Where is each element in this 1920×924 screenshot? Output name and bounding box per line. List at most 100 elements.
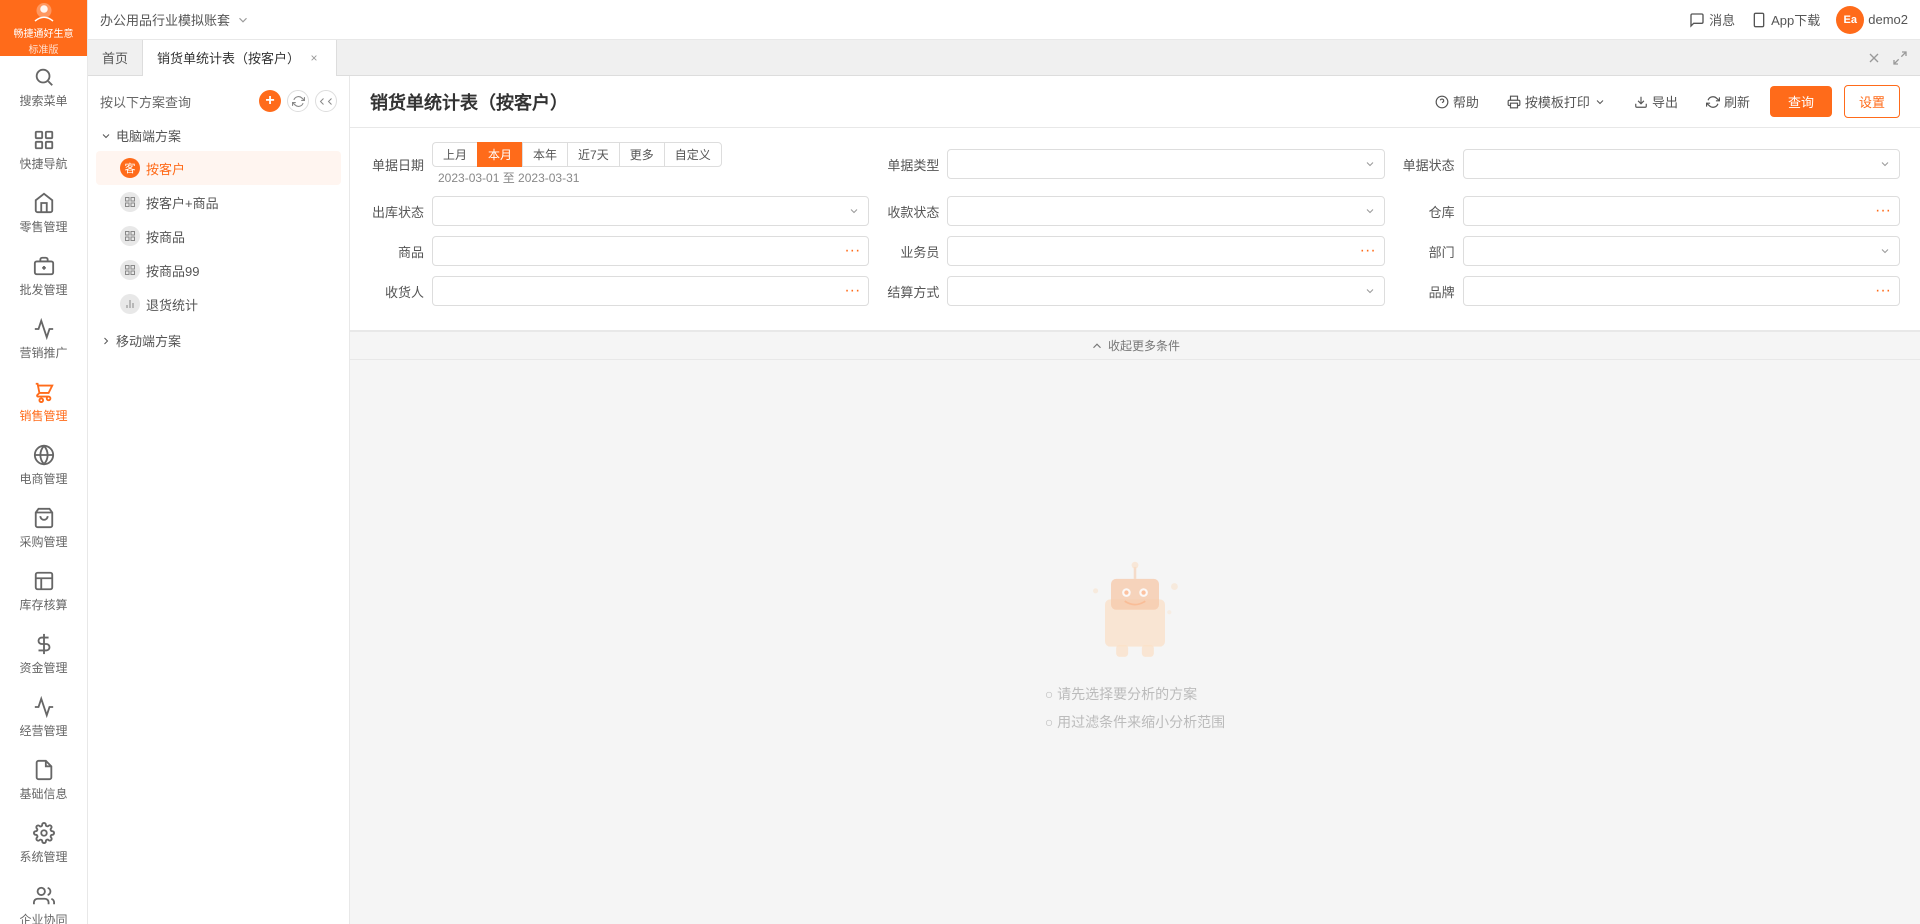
sidebar-item-label: 基础信息 [19, 785, 67, 802]
tree-item-label: 按商品99 [146, 261, 199, 280]
date-tab-custom[interactable]: 自定义 [664, 142, 722, 167]
export-btn[interactable]: 导出 [1626, 88, 1686, 115]
add-scheme-btn[interactable]: + [259, 90, 281, 112]
query-btn[interactable]: 查询 [1770, 86, 1832, 117]
filter-row-4: 收货人 ··· 结算方式 品牌 [370, 276, 1900, 306]
collapse-row[interactable]: 收起更多条件 [350, 331, 1920, 360]
filter-brand-select[interactable]: ··· [1463, 276, 1900, 306]
filter-goods-select[interactable]: ··· [432, 236, 869, 266]
app-download-label: App下载 [1771, 10, 1820, 29]
tree-item-label: 按商品 [146, 227, 185, 246]
filter-doc-type-select[interactable] [947, 149, 1384, 179]
filter-dots-warehouse[interactable]: ··· [1875, 202, 1891, 220]
filter-payment-select[interactable] [947, 276, 1384, 306]
filter-receiver-label: 收货人 [370, 282, 424, 301]
refresh-btn[interactable]: 刷新 [1698, 88, 1758, 115]
left-panel: 按以下方案查询 + 电脑端方案 客 按客户 [88, 76, 350, 924]
filter-collect-status-select[interactable] [947, 196, 1384, 226]
tab-home[interactable]: 首页 [88, 40, 143, 76]
tab-close-window-icon[interactable] [1866, 50, 1882, 66]
sidebar-item-retail[interactable]: 零售管理 [0, 182, 88, 245]
tree-group-mobile-label: 移动端方案 [116, 331, 181, 350]
filter-goods-label: 商品 [370, 242, 424, 261]
date-tab-more[interactable]: 更多 [619, 142, 664, 167]
template-print-btn[interactable]: 按模板打印 [1499, 88, 1614, 115]
filter-row-2: 出库状态 收款状态 仓库 [370, 196, 1900, 226]
tree-item-by-customer[interactable]: 客 按客户 [96, 151, 341, 185]
filter-dots-goods[interactable]: ··· [844, 242, 860, 260]
sidebar-item-label: 快捷导航 [19, 155, 67, 172]
tree-item-by-goods-99[interactable]: 按商品99 [96, 253, 341, 287]
filter-out-status-label: 出库状态 [370, 202, 424, 221]
filter-warehouse-field: 仓库 ··· [1401, 196, 1900, 226]
tree-item-label: 退货统计 [146, 295, 198, 314]
filter-dots-brand[interactable]: ··· [1875, 282, 1891, 300]
collapse-left-btn[interactable] [315, 90, 337, 112]
message-btn[interactable]: 消息 [1689, 10, 1735, 29]
filter-doc-type-field: 单据类型 [885, 142, 1384, 186]
sidebar-item-system[interactable]: 系统管理 [0, 812, 88, 875]
sidebar-item-finance[interactable]: 资金管理 [0, 623, 88, 686]
topbar-right: 消息 App下载 Ea demo2 [1689, 6, 1908, 34]
sidebar-item-label: 搜索菜单 [19, 92, 67, 109]
sidebar-item-label: 采购管理 [19, 533, 67, 550]
date-tab-this-year[interactable]: 本年 [522, 142, 567, 167]
app-logo: 畅捷通好生意 标准版 [0, 0, 88, 56]
refresh-scheme-btn[interactable] [287, 90, 309, 112]
filter-date-label: 单据日期 [370, 155, 424, 174]
tree-group-pc[interactable]: 电脑端方案 [96, 120, 341, 151]
filter-brand-label: 品牌 [1401, 282, 1455, 301]
tab-sales-stat[interactable]: 销货单统计表（按客户） × [143, 40, 337, 76]
filter-out-status-select[interactable] [432, 196, 869, 226]
tree-group-mobile[interactable]: 移动端方案 [96, 325, 341, 356]
user-menu[interactable]: Ea demo2 [1836, 6, 1908, 34]
settings-btn[interactable]: 设置 [1844, 85, 1900, 118]
filter-collect-status-field: 收款状态 [885, 196, 1384, 226]
help-btn[interactable]: 帮助 [1427, 88, 1487, 115]
user-name: demo2 [1868, 12, 1908, 27]
page-header: 销货单统计表（按客户） 帮助 按模板打印 导出 [350, 76, 1920, 128]
filter-row-1: 单据日期 上月 本月 本年 近7天 更多 自定义 2023-03-01 至 20… [370, 142, 1900, 186]
app-name: 畅捷通好生意 [14, 29, 74, 41]
filter-salesperson-select[interactable]: ··· [947, 236, 1384, 266]
sidebar-item-purchase[interactable]: 采购管理 [0, 497, 88, 560]
tab-maximize-icon[interactable] [1892, 50, 1908, 66]
filter-department-label: 部门 [1401, 242, 1455, 261]
filter-row-3: 商品 ··· 业务员 ··· 部门 [370, 236, 1900, 266]
sidebar-item-marketing[interactable]: 营销推广 [0, 308, 88, 371]
sidebar-item-sales[interactable]: 销售管理 [0, 371, 88, 434]
sidebar-item-operations[interactable]: 经营管理 [0, 686, 88, 749]
sidebar-item-label: 资金管理 [19, 659, 67, 676]
date-tab-7days[interactable]: 近7天 [567, 142, 619, 167]
filter-receiver-select[interactable]: ··· [432, 276, 869, 306]
sidebar-item-inventory[interactable]: 库存核算 [0, 560, 88, 623]
filter-receiver-field: 收货人 ··· [370, 276, 869, 306]
filter-warehouse-select[interactable]: ··· [1463, 196, 1900, 226]
tree-item-icon-grid3 [120, 260, 140, 280]
sidebar-item-quick-nav[interactable]: 快捷导航 [0, 119, 88, 182]
sidebar-item-search[interactable]: 搜索菜单 [0, 56, 88, 119]
date-tab-this-month[interactable]: 本月 [477, 142, 522, 167]
tree-item-label: 按客户 [146, 159, 185, 178]
tree-item-icon-grid [120, 192, 140, 212]
sidebar-item-enterprise[interactable]: 企业协同 [0, 875, 88, 924]
sidebar-item-wholesale[interactable]: 批发管理 [0, 245, 88, 308]
tree-item-by-goods[interactable]: 按商品 [96, 219, 341, 253]
sidebar-item-basic[interactable]: 基础信息 [0, 749, 88, 812]
filter-doc-status-select[interactable] [1463, 149, 1900, 179]
empty-tip-2: 用过滤条件来缩小分析范围 [1045, 708, 1225, 736]
sidebar-item-ecommerce[interactable]: 电商管理 [0, 434, 88, 497]
filter-doc-status-label: 单据状态 [1401, 155, 1455, 174]
tree-item-return-stat[interactable]: 退货统计 [96, 287, 341, 321]
tab-close-btn[interactable]: × [306, 50, 322, 66]
tree-group-pc-label: 电脑端方案 [116, 126, 181, 145]
tree-item-by-customer-goods[interactable]: 按客户+商品 [96, 185, 341, 219]
sidebar-item-label: 企业协同 [19, 911, 67, 924]
date-tab-last-month[interactable]: 上月 [432, 142, 477, 167]
filter-dots-receiver[interactable]: ··· [844, 282, 860, 300]
date-range-text: 2023-03-01 至 2023-03-31 [438, 169, 869, 186]
filter-department-select[interactable] [1463, 236, 1900, 266]
sidebar-item-label: 批发管理 [19, 281, 67, 298]
app-download-btn[interactable]: App下载 [1751, 10, 1820, 29]
filter-dots-salesperson[interactable]: ··· [1360, 242, 1376, 260]
